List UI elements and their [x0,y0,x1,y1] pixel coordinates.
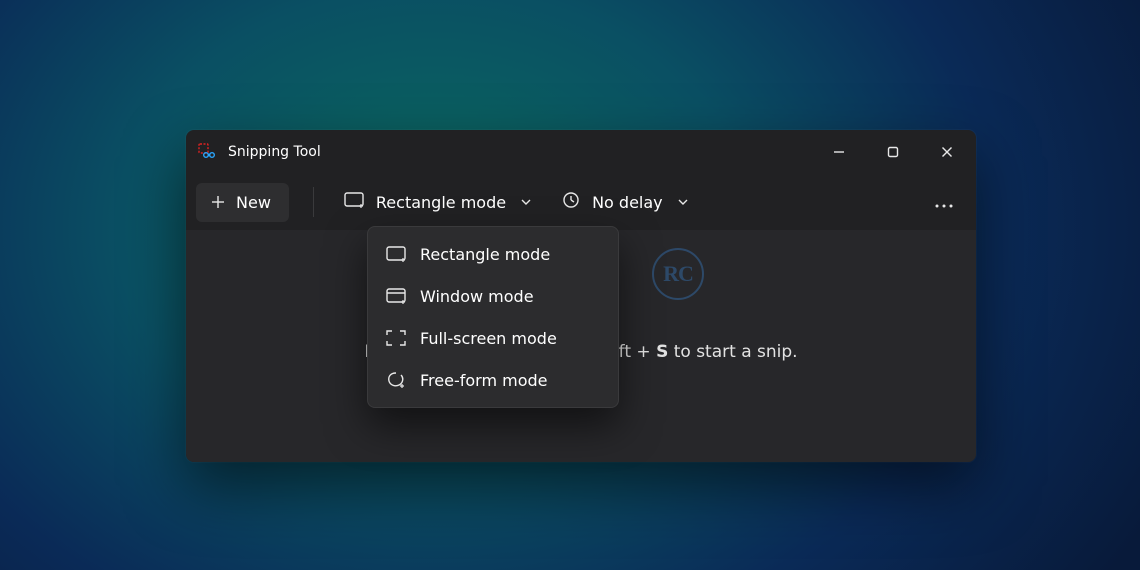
toolbar-divider [313,187,314,217]
mode-menu-item-label: Free-form mode [420,371,548,390]
mode-menu-item-label: Full-screen mode [420,329,557,348]
freeform-icon [386,370,406,390]
titlebar: Snipping Tool [186,130,976,174]
rectangle-icon [386,244,406,264]
chevron-down-icon [677,193,689,212]
new-button-label: New [236,193,271,212]
chevron-down-icon [520,193,532,212]
rectangle-icon [344,192,364,212]
plus-icon [210,194,226,210]
app-window: Snipping Tool New Rectangle mode [186,130,976,462]
more-button[interactable] [922,184,966,220]
new-button[interactable]: New [196,183,289,222]
close-button[interactable] [920,130,974,174]
watermark: RC [652,248,704,300]
mode-menu-item-label: Rectangle mode [420,245,550,264]
fullscreen-icon [386,328,406,348]
more-icon [935,193,953,212]
minimize-button[interactable] [812,130,866,174]
maximize-button[interactable] [866,130,920,174]
app-icon [198,143,216,161]
hint-suffix: to start a snip. [668,342,797,362]
delay-dropdown-label: No delay [592,193,663,212]
toolbar: New Rectangle mode No delay [186,174,976,230]
app-title: Snipping Tool [228,144,321,160]
mode-menu-item-rectangle[interactable]: Rectangle mode [372,233,614,275]
mode-menu-item-freeform[interactable]: Free-form mode [372,359,614,401]
mode-menu-item-fullscreen[interactable]: Full-screen mode [372,317,614,359]
mode-menu-item-label: Window mode [420,287,534,306]
delay-dropdown[interactable]: No delay [552,183,699,221]
mode-menu-item-window[interactable]: Window mode [372,275,614,317]
window-icon [386,286,406,306]
hint-key: S [656,342,668,362]
mode-dropdown[interactable]: Rectangle mode [334,184,542,220]
mode-menu: Rectangle mode Window mode Full-screen m… [367,226,619,408]
mode-dropdown-label: Rectangle mode [376,193,506,212]
clock-icon [562,191,580,213]
window-controls [812,130,974,174]
